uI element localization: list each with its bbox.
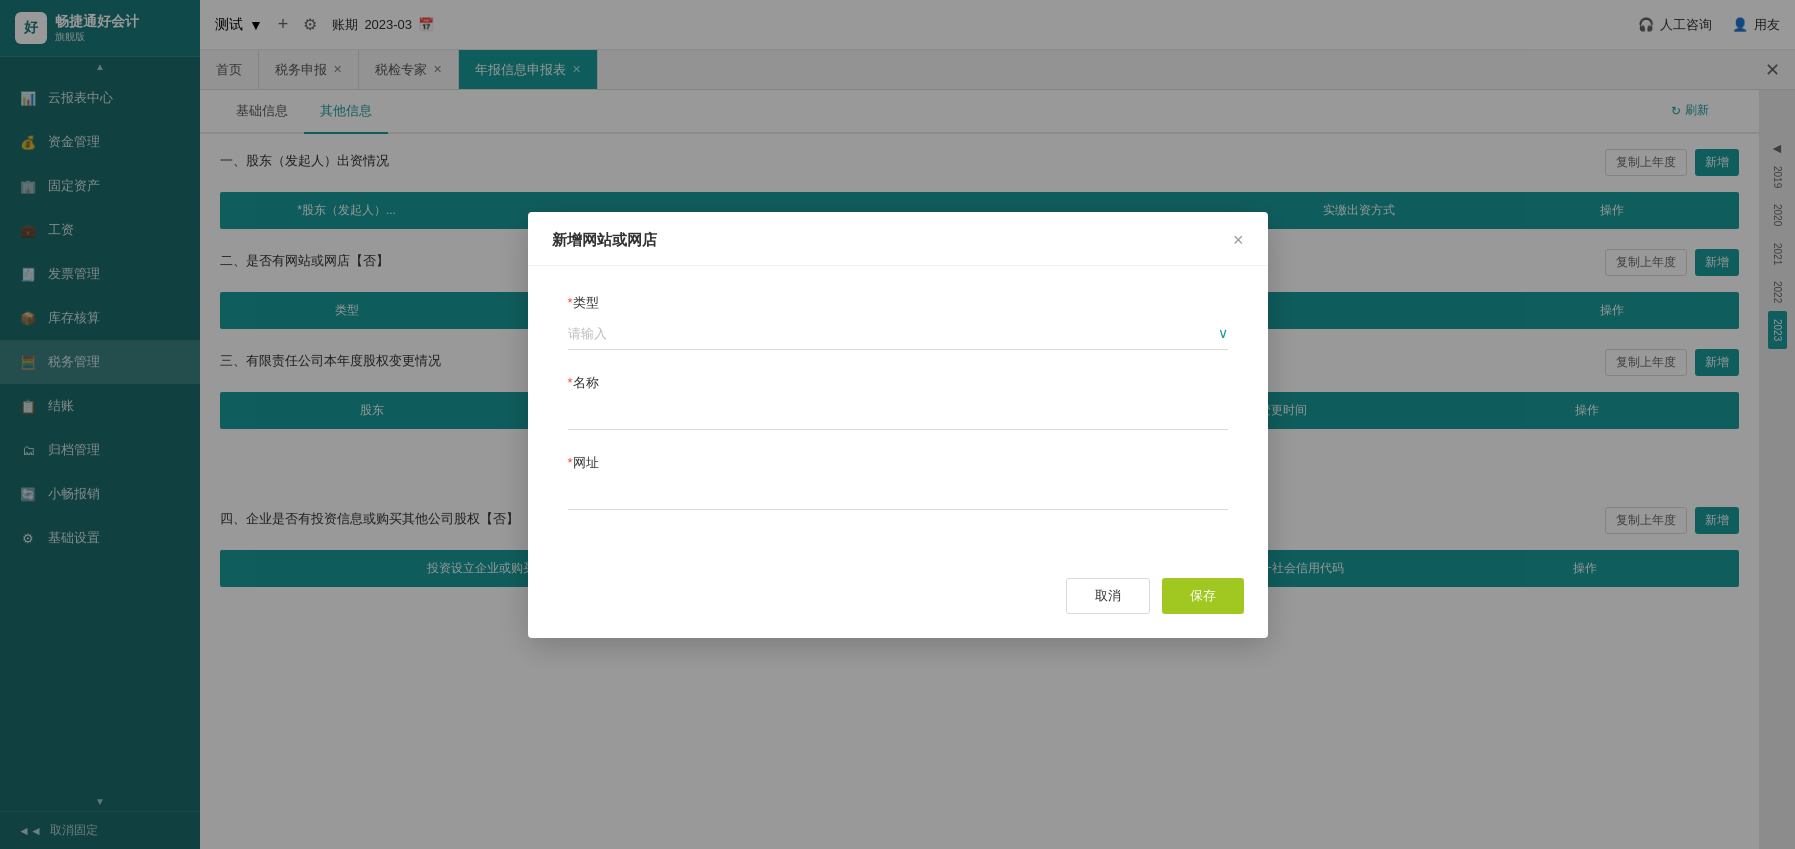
save-button[interactable]: 保存 xyxy=(1162,578,1244,614)
url-input-wrap xyxy=(568,478,1228,510)
form-row-name: *名称 xyxy=(568,374,1228,430)
modal-close-button[interactable]: × xyxy=(1233,230,1244,251)
url-input[interactable] xyxy=(568,478,1228,509)
type-input-wrap: ∨ xyxy=(568,318,1228,350)
url-label: *网址 xyxy=(568,454,1228,472)
required-star-url: * xyxy=(568,455,573,470)
modal-footer: 取消 保存 xyxy=(528,562,1268,638)
form-row-url: *网址 xyxy=(568,454,1228,510)
modal-header: 新增网站或网店 × xyxy=(528,212,1268,266)
name-input-wrap xyxy=(568,398,1228,430)
type-input[interactable] xyxy=(568,318,1218,349)
cancel-button[interactable]: 取消 xyxy=(1066,578,1150,614)
type-dropdown-arrow[interactable]: ∨ xyxy=(1218,325,1228,341)
required-star-type: * xyxy=(568,295,573,310)
form-row-type: *类型 ∨ xyxy=(568,294,1228,350)
modal-title: 新增网站或网店 xyxy=(552,231,657,250)
name-input[interactable] xyxy=(568,398,1228,429)
modal-add-website: 新增网站或网店 × *类型 ∨ *名称 xyxy=(528,212,1268,638)
name-label: *名称 xyxy=(568,374,1228,392)
type-label: *类型 xyxy=(568,294,1228,312)
modal-body: *类型 ∨ *名称 *网址 xyxy=(528,266,1268,562)
required-star-name: * xyxy=(568,375,573,390)
modal-overlay: 新增网站或网店 × *类型 ∨ *名称 xyxy=(0,0,1795,849)
